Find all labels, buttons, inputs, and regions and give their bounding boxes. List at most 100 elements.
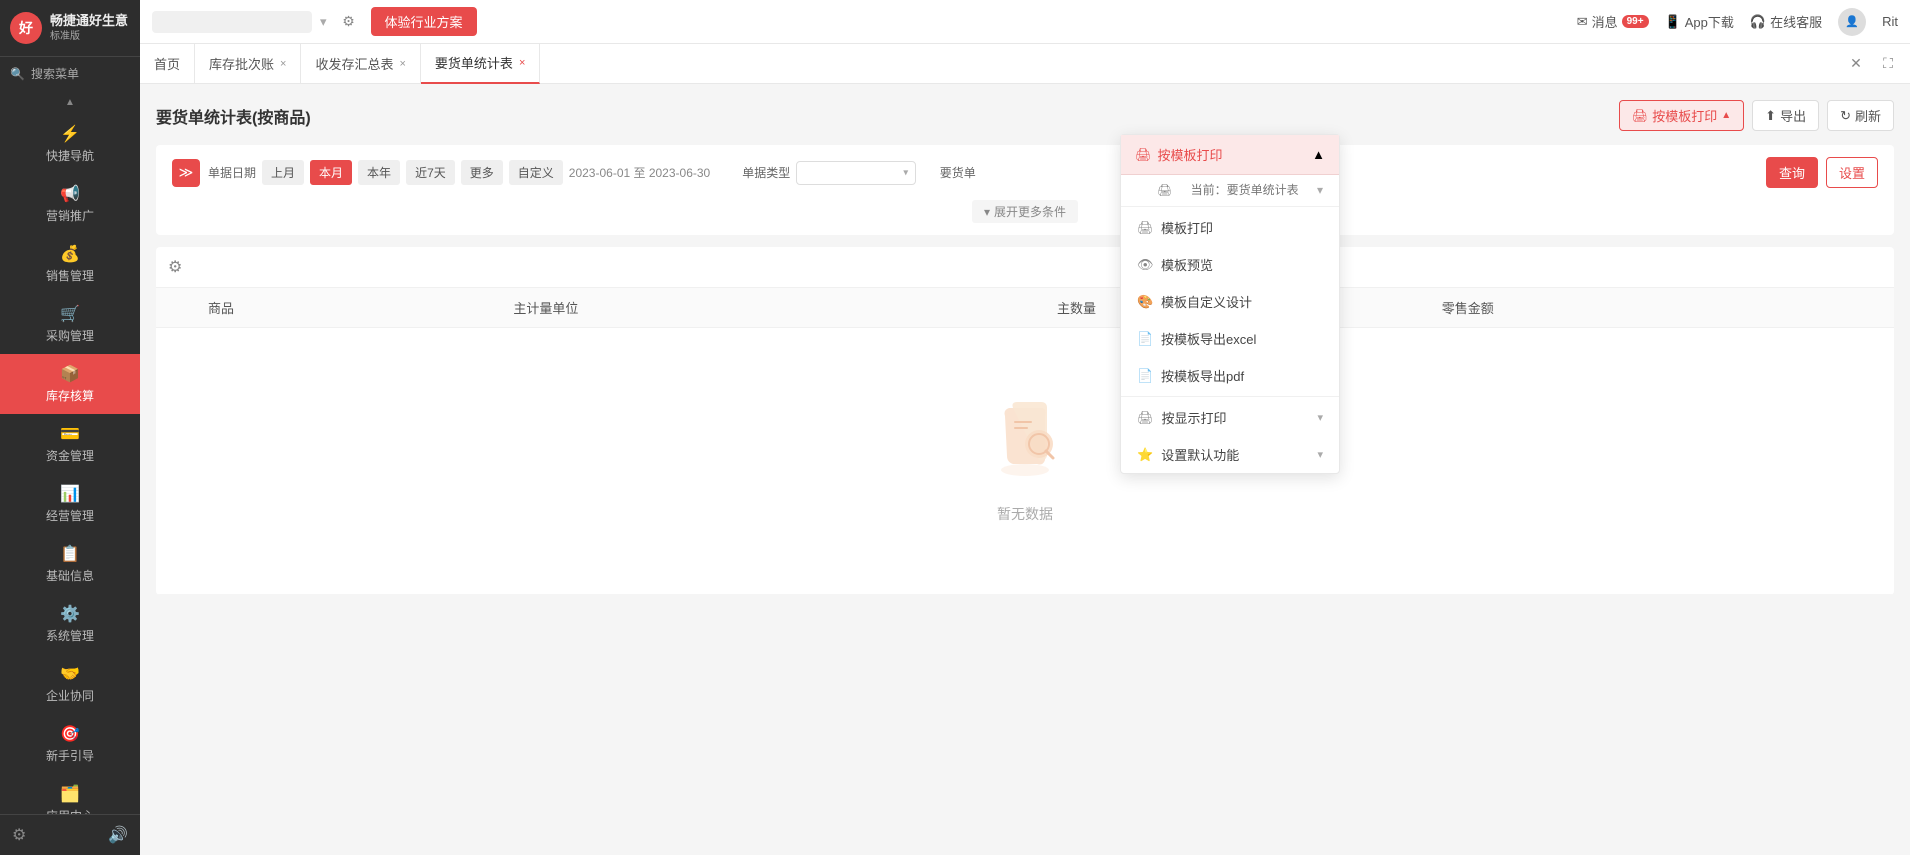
expand-more-btn[interactable]: ▾ 展开更多条件	[972, 200, 1078, 223]
dropdown-item-template-preview[interactable]: 👁 模板预览	[1121, 246, 1339, 283]
export-btn[interactable]: ⬆ 导出	[1752, 100, 1819, 131]
topbar-gear-icon[interactable]: ⚙	[335, 8, 363, 36]
empty-state: 暂无数据	[168, 338, 1882, 584]
guide-icon: 🎯	[60, 724, 80, 744]
col-unit: 主计量单位	[501, 288, 1045, 328]
tab-maximize-btn[interactable]: ⛶	[1874, 50, 1902, 78]
sidebar-item-quick-nav[interactable]: ⚡ 快捷导航	[0, 114, 140, 174]
filter-expand-btn[interactable]: ≫	[172, 159, 200, 187]
dropdown-set-default[interactable]: ⭐ 设置默认功能 ▾	[1121, 436, 1339, 473]
table-toolbar: ⚙	[156, 247, 1894, 288]
tab-receipt-summary-close[interactable]: ×	[399, 58, 405, 70]
sidebar-item-label: 营销推广	[46, 207, 94, 224]
sidebar-item-label: 快捷导航	[46, 147, 94, 164]
mobile-icon: 📱	[1665, 14, 1681, 30]
table-header-row: 商品 主计量单位 主数量 零售金额	[156, 288, 1894, 328]
sidebar-item-base[interactable]: 📋 基础信息	[0, 534, 140, 594]
date-btn-more[interactable]: 更多	[461, 160, 503, 185]
sidebar-item-inventory[interactable]: 📦 库存核算	[0, 354, 140, 414]
sidebar-item-guide[interactable]: 🎯 新手引导	[0, 714, 140, 774]
app-download-label: App下载	[1685, 12, 1734, 31]
cost-filter-group: 要货单	[940, 164, 976, 181]
sidebar-item-collab[interactable]: 🤝 企业协同	[0, 654, 140, 714]
date-btn-prev-month[interactable]: 上月	[262, 160, 304, 185]
sidebar-search[interactable]: 🔍 搜索菜单	[0, 57, 140, 90]
empty-text: 暂无数据	[997, 504, 1053, 524]
base-icon: 📋	[60, 544, 80, 564]
table-container: ⚙ 商品 主计量单位 主数量	[156, 247, 1894, 595]
export-excel-icon: 📄	[1137, 331, 1153, 347]
date-filter-group: 单据日期 上月 本月 本年 近7天 更多 自定义 2023-06-01 至 20…	[208, 160, 710, 185]
sidebar-item-finance[interactable]: 💳 资金管理	[0, 414, 140, 474]
query-btn[interactable]: 查询	[1766, 157, 1818, 188]
tab-home-label: 首页	[154, 54, 180, 73]
messages-btn[interactable]: ✉ 消息 99+	[1577, 12, 1649, 31]
tab-receipt-summary[interactable]: 收发存汇总表 ×	[301, 44, 420, 84]
dropdown-current-icon: 🖨	[1157, 183, 1172, 197]
table-empty-row: 暂无数据	[156, 328, 1894, 595]
export-icon: ⬆	[1765, 108, 1776, 124]
print-btn[interactable]: 🖨 按模板打印 ▲	[1619, 100, 1744, 131]
sidebar-audio-icon[interactable]: 🔊	[108, 825, 128, 845]
sidebar-scroll-up[interactable]: ▲	[0, 90, 140, 114]
sidebar-item-operation[interactable]: 📊 经营管理	[0, 474, 140, 534]
type-filter-select[interactable]	[796, 161, 916, 185]
date-btn-this-year[interactable]: 本年	[358, 160, 400, 185]
dropdown-item-export-excel[interactable]: 📄 按模板导出excel	[1121, 320, 1339, 357]
system-icon: ⚙️	[60, 604, 80, 624]
online-service-label: 在线客服	[1770, 12, 1822, 31]
display-print-arrow: ▾	[1317, 411, 1323, 424]
inventory-icon: 📦	[60, 364, 80, 384]
date-filter-label: 单据日期	[208, 164, 256, 181]
table-body: 暂无数据	[156, 328, 1894, 595]
user-avatar[interactable]: 👤	[1838, 8, 1866, 36]
tab-close-all-btn[interactable]: ✕	[1842, 50, 1870, 78]
online-service-btn[interactable]: 🎧 在线客服	[1750, 12, 1822, 31]
date-btn-custom[interactable]: 自定义	[509, 160, 563, 185]
date-btn-this-month[interactable]: 本月	[310, 160, 352, 185]
tab-home[interactable]: 首页	[140, 44, 195, 84]
sidebar-item-sales[interactable]: 💰 销售管理	[0, 234, 140, 294]
app-logo-icon: 好	[10, 12, 42, 44]
dropdown-item-template-print[interactable]: 🖨 模板打印	[1121, 209, 1339, 246]
topbar-search-input[interactable]	[152, 11, 312, 33]
dropdown-display-print[interactable]: 🖨 按显示打印 ▾	[1121, 399, 1339, 436]
tab-order-stats-label: 要货单统计表	[435, 53, 513, 72]
dropdown-current-sub[interactable]: 🖨 当前：要货单统计表 ▾	[1121, 175, 1339, 204]
refresh-btn[interactable]: ↻ 刷新	[1827, 100, 1894, 131]
tab-inventory-batch[interactable]: 库存批次账 ×	[195, 44, 301, 84]
sidebar-item-appstore[interactable]: 🗂️ 应用中心	[0, 774, 140, 814]
col-product: 商品	[196, 288, 501, 328]
refresh-icon: ↻	[1840, 108, 1851, 124]
app-logo-text: 畅捷通好生意 标准版	[50, 13, 128, 43]
date-btn-7days[interactable]: 近7天	[406, 160, 455, 185]
sidebar-item-label: 经营管理	[46, 507, 94, 524]
dropdown-item-template-custom[interactable]: 🎨 模板自定义设计	[1121, 283, 1339, 320]
app-download-btn[interactable]: 📱 App下载	[1665, 12, 1734, 31]
sidebar-item-purchase[interactable]: 🛒 采购管理	[0, 294, 140, 354]
export-pdf-icon: 📄	[1137, 368, 1153, 384]
set-default-arrow: ▾	[1317, 448, 1323, 461]
tab-order-stats[interactable]: 要货单统计表 ×	[421, 44, 540, 84]
tab-inventory-batch-close[interactable]: ×	[280, 58, 286, 70]
dropdown-header[interactable]: 🖨 按模板打印 ▲	[1121, 135, 1339, 175]
dropdown-set-default-label: 设置默认功能	[1161, 445, 1239, 464]
type-select-wrapper	[796, 161, 916, 185]
expand-more-label: 展开更多条件	[994, 203, 1066, 220]
industry-btn[interactable]: 体验行业方案	[371, 7, 477, 36]
sidebar-item-label: 基础信息	[46, 567, 94, 584]
sidebar-item-marketing[interactable]: 📢 营销推广	[0, 174, 140, 234]
sidebar-item-system[interactable]: ⚙️ 系统管理	[0, 594, 140, 654]
table-settings-icon[interactable]: ⚙	[168, 257, 182, 277]
filter-actions: 查询 设置	[1766, 157, 1878, 188]
sidebar-settings-icon[interactable]: ⚙	[12, 825, 26, 845]
purchase-icon: 🛒	[60, 304, 80, 324]
topbar-chevron-icon[interactable]: ▾	[320, 14, 327, 30]
settings-btn[interactable]: 设置	[1826, 157, 1878, 188]
tab-receipt-summary-label: 收发存汇总表	[315, 54, 393, 73]
dropdown-title: 按模板打印	[1158, 145, 1223, 164]
sidebar-item-label: 销售管理	[46, 267, 94, 284]
tab-order-stats-close[interactable]: ×	[519, 57, 525, 69]
dropdown-item-export-pdf[interactable]: 📄 按模板导出pdf	[1121, 357, 1339, 394]
user-name: Rit	[1882, 14, 1898, 29]
